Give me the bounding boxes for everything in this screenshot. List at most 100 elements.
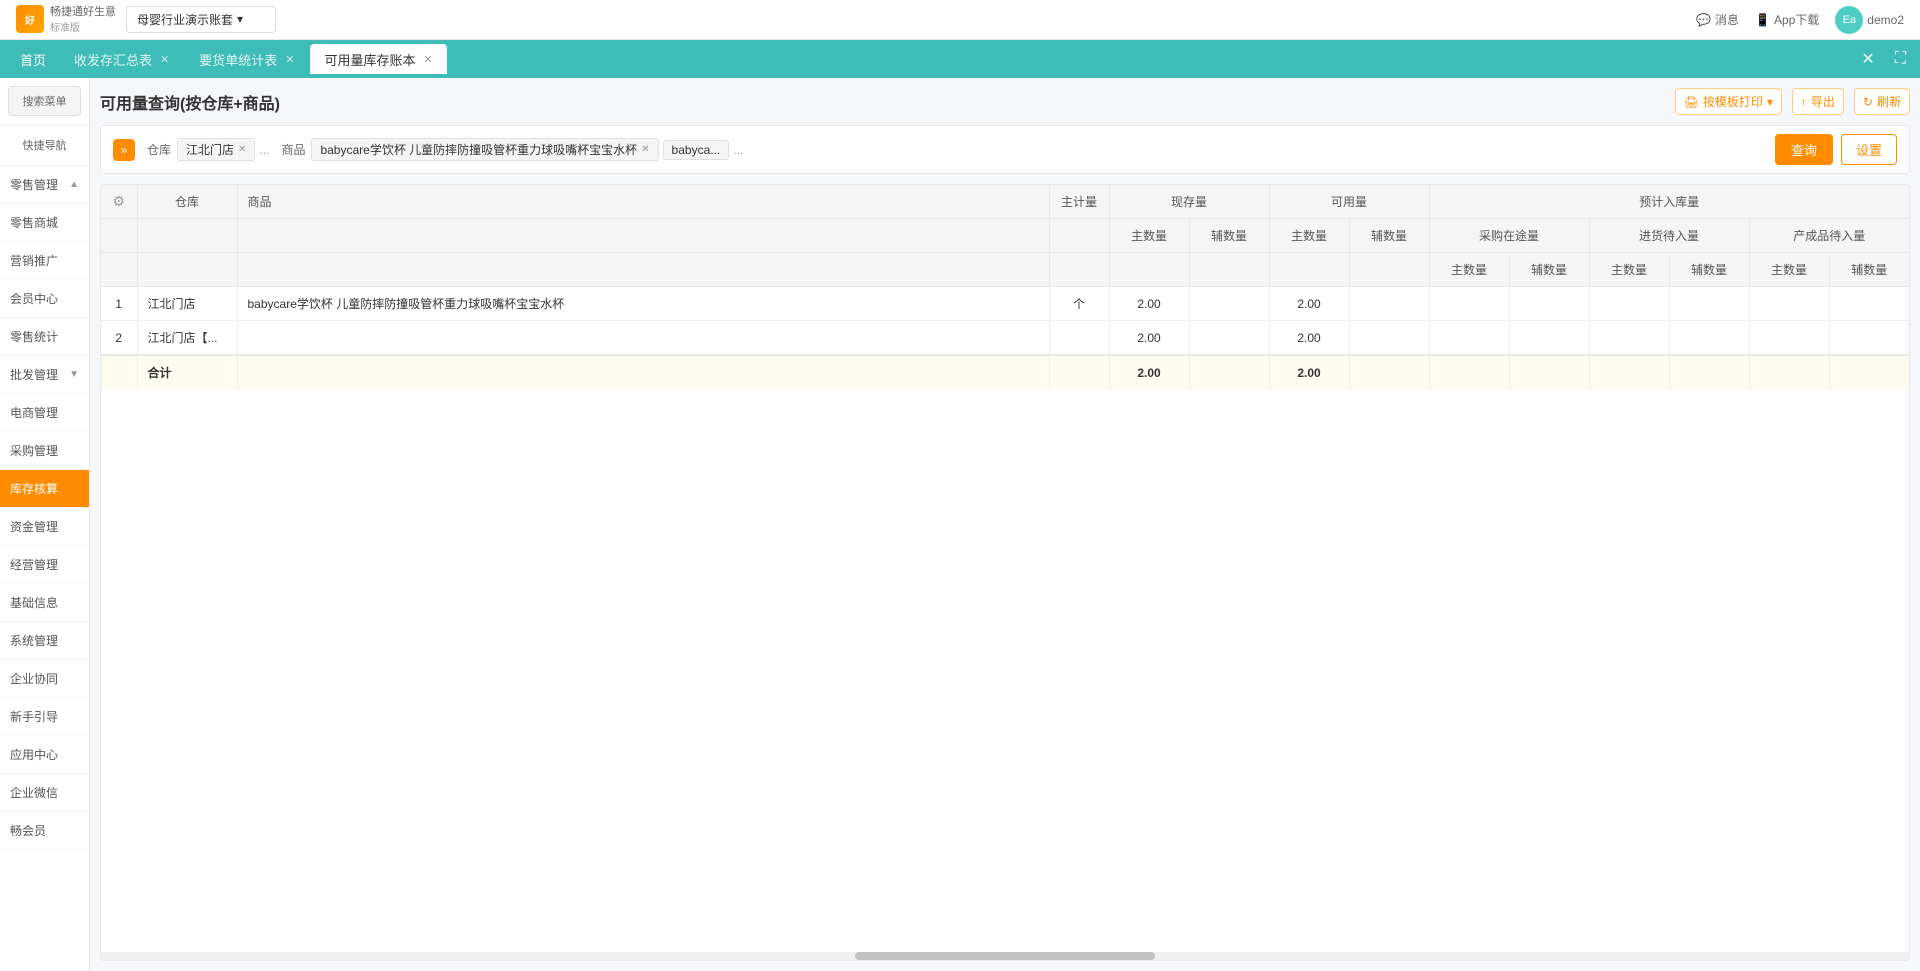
sidebar-item-basic-info[interactable]: 基础信息 xyxy=(0,584,89,622)
logo-icon: 好 xyxy=(16,5,44,33)
sidebar-item-marketing[interactable]: 营销推广 xyxy=(0,242,89,280)
th-product-pending-main-label: 主数量 xyxy=(1771,263,1807,277)
quick-nav-btn[interactable]: 快捷导航 xyxy=(8,131,81,159)
filter-expand-btn[interactable]: » xyxy=(113,139,135,161)
tab-available-inventory-close[interactable]: ✕ xyxy=(424,53,433,66)
tab-order-stats-label: 要货单统计表 xyxy=(199,50,277,69)
table-settings-icon[interactable]: ⚙ xyxy=(112,193,125,209)
th-available-qty-group: 可用量 xyxy=(1269,185,1429,219)
warehouse-filter-more[interactable]: ... xyxy=(259,143,269,157)
row1-purchase-pending-main xyxy=(1589,287,1669,321)
th-product-pending-group: 产成品待入量 xyxy=(1749,219,1909,253)
avatar-text: Ea xyxy=(1843,14,1856,26)
warehouse-tag-close[interactable]: ✕ xyxy=(238,144,246,155)
row1-warehouse: 江北门店 xyxy=(137,287,237,321)
tab-receipt-summary-close[interactable]: ✕ xyxy=(160,53,169,66)
refresh-btn[interactable]: ↻ 刷新 xyxy=(1854,88,1910,115)
summary-empty-3 xyxy=(1049,355,1109,389)
tab-close-all-btn[interactable]: ✕ xyxy=(1855,47,1880,71)
search-menu-btn[interactable]: 搜索菜单 xyxy=(8,86,81,116)
product-tag-1-close[interactable]: ✕ xyxy=(641,144,649,155)
home-label: 首页 xyxy=(20,50,46,69)
sidebar-item-retail-mgmt[interactable]: 零售管理 ▲ xyxy=(0,166,89,204)
th-row-h xyxy=(1349,253,1429,287)
product-tag-1[interactable]: babycare学饮杯 儿童防摔防撞吸管杯重力球吸嘴杯宝宝水杯 ✕ xyxy=(311,138,658,161)
th-settings[interactable]: ⚙ xyxy=(101,185,137,219)
sidebar-item-purchase-mgmt[interactable]: 采购管理 xyxy=(0,432,89,470)
product-filter-more[interactable]: ... xyxy=(733,143,743,157)
row1-purchase-transit-main xyxy=(1429,287,1509,321)
horizontal-scrollbar[interactable] xyxy=(101,952,1909,960)
th-purchase-pending-main: 主数量 xyxy=(1589,253,1669,287)
th-row-b xyxy=(137,253,237,287)
tab-expand-btn[interactable]: ⛶ xyxy=(1889,48,1912,70)
row2-product xyxy=(237,321,1049,356)
settings-btn[interactable]: 设置 xyxy=(1841,134,1897,165)
message-btn[interactable]: 💬 消息 xyxy=(1696,11,1739,28)
sidebar-item-wholesale-mgmt[interactable]: 批发管理 ▼ xyxy=(0,356,89,394)
tab-receipt-summary[interactable]: 收发存汇总表 ✕ xyxy=(60,44,183,74)
tab-receipt-summary-label: 收发存汇总表 xyxy=(74,50,152,69)
main-layout: 搜索菜单 快捷导航 零售管理 ▲ 零售商城 营销推广 会员中心 零售统计 批发管… xyxy=(0,78,1920,971)
user-name: demo2 xyxy=(1867,13,1904,27)
template-print-btn[interactable]: 🖨 按模板打印 ▾ xyxy=(1675,88,1782,115)
tab-available-inventory[interactable]: 可用量库存账本 ✕ xyxy=(310,44,446,74)
product-tag-2-text: babyca... xyxy=(672,143,721,157)
tab-order-stats[interactable]: 要货单统计表 ✕ xyxy=(185,44,308,74)
summary-available-aux xyxy=(1349,355,1429,389)
sidebar-item-enterprise-wechat[interactable]: 企业微信 xyxy=(0,774,89,812)
logo-text-block: 畅捷通好生意 标准版 xyxy=(50,5,116,34)
sidebar-item-retail-mall[interactable]: 零售商城 xyxy=(0,204,89,242)
sidebar-item-app-center[interactable]: 应用中心 xyxy=(0,736,89,774)
th-purchase-transit-label: 采购在途量 xyxy=(1479,229,1539,243)
summary-empty-2 xyxy=(237,355,1049,389)
row1-available-aux xyxy=(1349,287,1429,321)
refresh-icon: ↻ xyxy=(1863,95,1873,109)
product-tag-2[interactable]: babyca... xyxy=(663,140,730,160)
th-unit-sub xyxy=(1049,219,1109,253)
th-product: 商品 xyxy=(237,185,1049,219)
summary-stock-aux xyxy=(1189,355,1269,389)
sidebar-item-enterprise-wechat-label: 企业微信 xyxy=(10,784,79,801)
tab-order-stats-close[interactable]: ✕ xyxy=(285,53,294,66)
sidebar-item-finance-mgmt[interactable]: 资金管理 xyxy=(0,508,89,546)
warehouse-tag-jiangbei[interactable]: 江北门店 ✕ xyxy=(177,138,255,161)
sidebar-item-member[interactable]: 畅会员 xyxy=(0,812,89,850)
summary-label-text: 合计 xyxy=(148,366,172,380)
row1-purchase-transit-aux xyxy=(1509,287,1589,321)
user-area[interactable]: Ea demo2 xyxy=(1835,6,1904,34)
scrollbar-thumb[interactable] xyxy=(855,952,1155,960)
sidebar-item-operation-mgmt[interactable]: 经营管理 xyxy=(0,546,89,584)
warehouse-tag-text: 江北门店 xyxy=(186,141,234,158)
th-purchase-transit-aux-label: 辅数量 xyxy=(1531,263,1567,277)
row2-product-pending-aux xyxy=(1829,321,1909,356)
top-bar-right: 💬 消息 📱 App下载 Ea demo2 xyxy=(1696,6,1904,34)
header-actions: 🖨 按模板打印 ▾ ↑ 导出 ↻ 刷新 xyxy=(1675,88,1910,115)
th-purchase-transit-main: 主数量 xyxy=(1429,253,1509,287)
sidebar-item-new-guide[interactable]: 新手引导 xyxy=(0,698,89,736)
query-btn[interactable]: 查询 xyxy=(1775,134,1833,165)
sidebar-item-enterprise-collab[interactable]: 企业协同 xyxy=(0,660,89,698)
org-selector[interactable]: 母婴行业演示账套 ▾ xyxy=(126,6,276,33)
th-product-pending-aux: 辅数量 xyxy=(1829,253,1909,287)
sidebar-item-inventory-check[interactable]: 库存核算 xyxy=(0,470,89,508)
page-title: 可用量查询(按仓库+商品) xyxy=(100,90,280,114)
top-bar: 好 畅捷通好生意 标准版 母婴行业演示账套 ▾ 💬 消息 📱 App下载 Ea … xyxy=(0,0,1920,40)
tab-home[interactable]: 首页 xyxy=(8,44,58,74)
expand-icon: » xyxy=(121,143,128,157)
th-product-pending-main: 主数量 xyxy=(1749,253,1829,287)
sidebar-item-member-center[interactable]: 会员中心 xyxy=(0,280,89,318)
sidebar-item-system-mgmt[interactable]: 系统管理 xyxy=(0,622,89,660)
sidebar: 搜索菜单 快捷导航 零售管理 ▲ 零售商城 营销推广 会员中心 零售统计 批发管… xyxy=(0,78,90,971)
app-download-btn[interactable]: 📱 App下载 xyxy=(1755,11,1819,28)
row1-purchase-pending-aux xyxy=(1669,287,1749,321)
sidebar-item-ecommerce-mgmt[interactable]: 电商管理 xyxy=(0,394,89,432)
filter-actions-right: 查询 设置 xyxy=(1775,134,1897,165)
sidebar-item-retail-stats[interactable]: 零售统计 xyxy=(0,318,89,356)
warehouse-filter-label: 仓库 xyxy=(147,141,171,158)
th-purchase-transit-aux: 辅数量 xyxy=(1509,253,1589,287)
table-scroll[interactable]: ⚙ 仓库 商品 主计量 现存量 xyxy=(101,185,1909,952)
table-row: 2 江北门店【... 2.00 2.00 xyxy=(101,321,1909,356)
sidebar-item-system-mgmt-label: 系统管理 xyxy=(10,632,79,649)
export-btn[interactable]: ↑ 导出 xyxy=(1792,88,1844,115)
